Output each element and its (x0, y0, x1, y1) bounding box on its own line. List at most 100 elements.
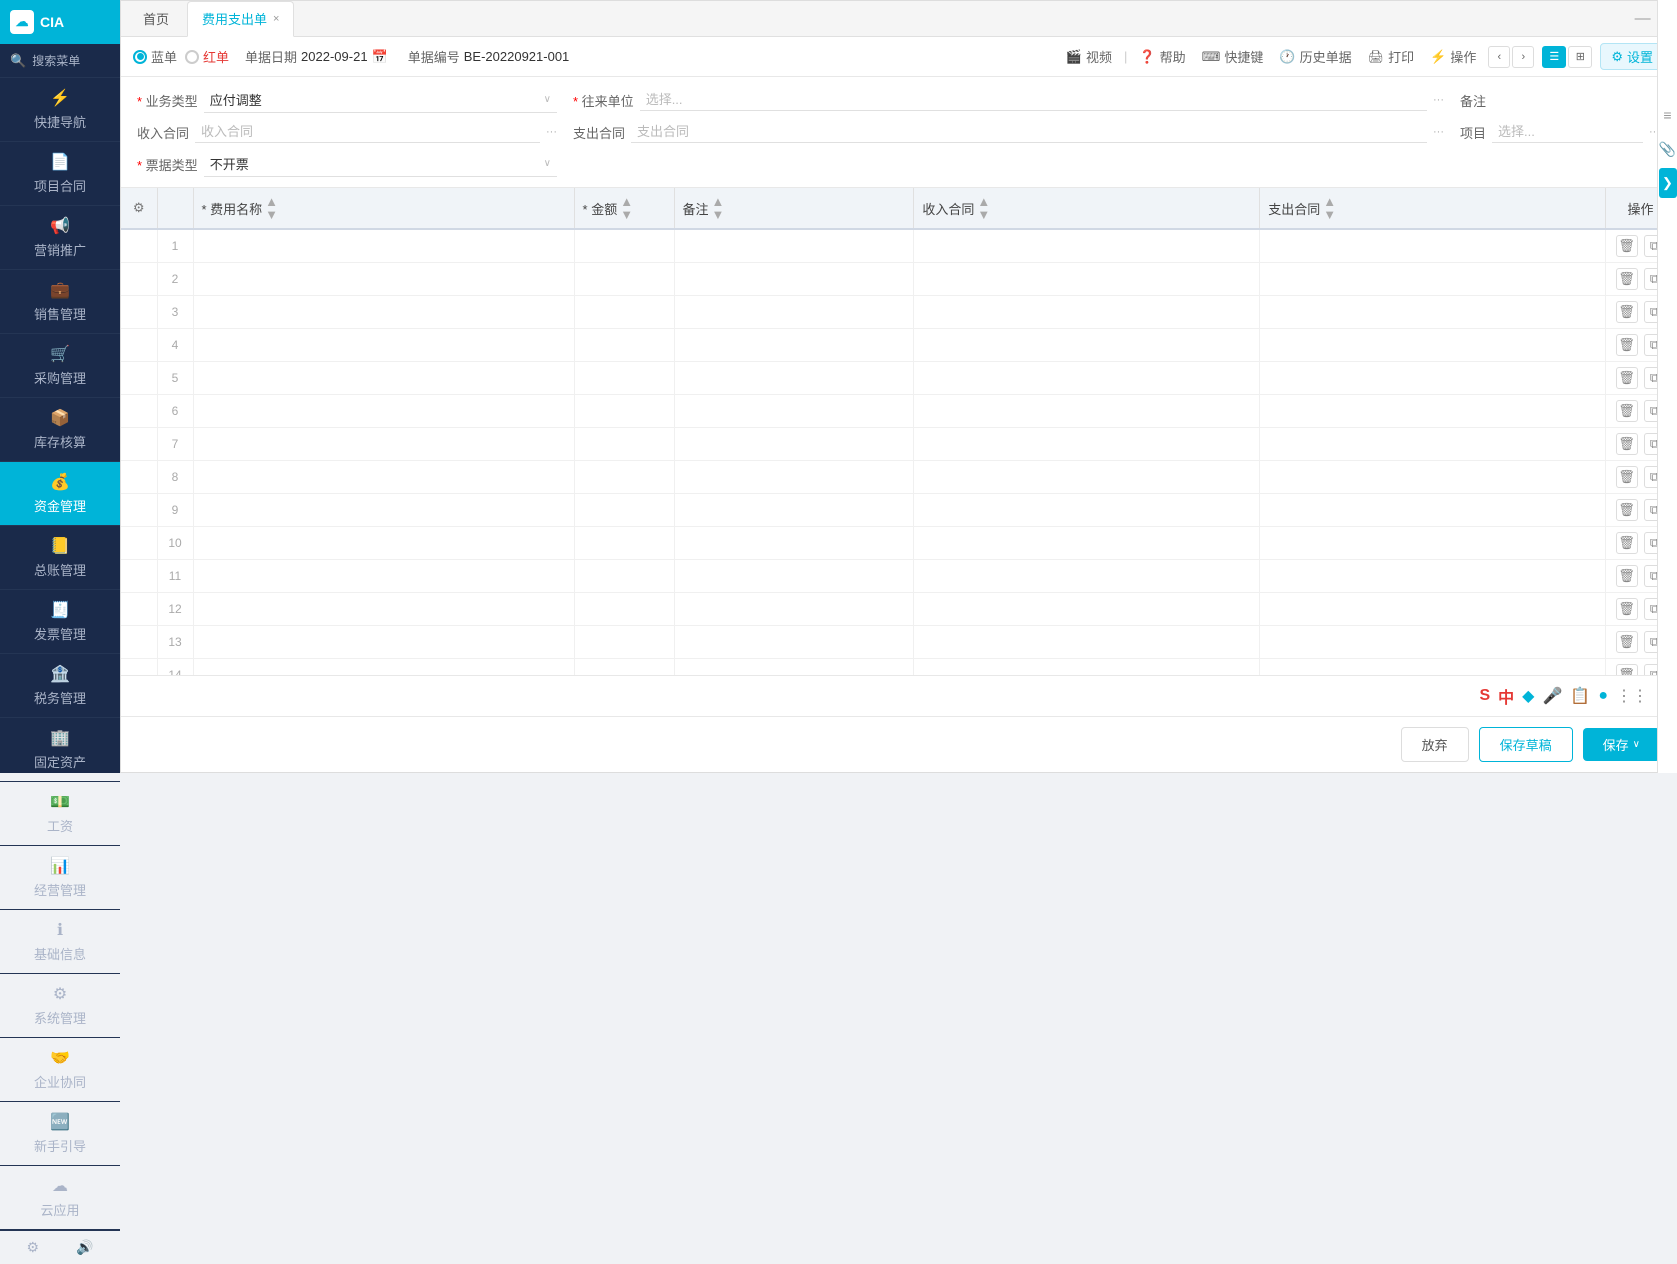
expense-contract-cell[interactable] (1260, 229, 1606, 263)
amount-cell[interactable] (574, 560, 674, 593)
amount-cell[interactable] (574, 329, 674, 362)
nav-next-btn[interactable]: › (1512, 46, 1534, 68)
delete-row-btn[interactable]: 🗑 (1616, 400, 1638, 422)
delete-row-btn[interactable]: 🗑 (1616, 631, 1638, 653)
sidebar-item-quick-nav[interactable]: ⚡ 快捷导航 (0, 78, 120, 142)
expense-name-cell[interactable] (193, 296, 574, 329)
delete-row-btn[interactable]: 🗑 (1616, 433, 1638, 455)
expense-name-cell[interactable] (193, 593, 574, 626)
sidebar-item-sys-mgmt[interactable]: ⚙ 系统管理 (0, 974, 120, 1038)
clipboard-icon[interactable]: 📋 (1570, 686, 1590, 706)
expense-contract-cell[interactable] (1260, 593, 1606, 626)
expense-contract-input[interactable] (631, 121, 1427, 143)
table-income-contract-header[interactable]: 收入合同 ▲▼ (914, 188, 1260, 229)
amount-cell[interactable] (574, 428, 674, 461)
biz-type-select[interactable]: 应付调整 ∨ (204, 87, 557, 113)
shortcut-btn[interactable]: ⌨ 快捷键 (1198, 45, 1268, 68)
income-contract-input[interactable] (195, 121, 540, 143)
delete-row-btn[interactable]: 🗑 (1616, 301, 1638, 323)
sidebar-item-sales-promo[interactable]: 📢 营销推广 (0, 206, 120, 270)
income-contract-cell[interactable] (914, 428, 1260, 461)
remark-cell[interactable] (674, 461, 914, 494)
expense-contract-cell[interactable] (1260, 626, 1606, 659)
delete-row-btn[interactable]: 🗑 (1616, 565, 1638, 587)
view-grid-btn[interactable]: ⊞ (1568, 46, 1592, 68)
amount-cell[interactable] (574, 626, 674, 659)
amount-cell[interactable] (574, 362, 674, 395)
amount-cell[interactable] (574, 296, 674, 329)
remark-cell[interactable] (674, 626, 914, 659)
delete-row-btn[interactable]: 🗑 (1616, 235, 1638, 257)
delete-row-btn[interactable]: 🗑 (1616, 532, 1638, 554)
calendar-icon[interactable]: 📅 (372, 49, 388, 65)
brand-s-icon[interactable]: S (1479, 687, 1490, 705)
red-bill-radio[interactable]: 红单 (185, 47, 229, 66)
sidebar-item-corp-coop[interactable]: 🤝 企业协同 (0, 1038, 120, 1102)
expense-contract-cell[interactable] (1260, 296, 1606, 329)
sidebar-item-base-info[interactable]: ℹ 基础信息 (0, 910, 120, 974)
income-contract-cell[interactable] (914, 659, 1260, 676)
expense-name-cell[interactable] (193, 329, 574, 362)
amount-cell[interactable] (574, 659, 674, 676)
sidebar-search[interactable]: 🔍 搜索菜单 (0, 44, 120, 78)
tab-home[interactable]: 首页 (129, 1, 183, 37)
expense-contract-cell[interactable] (1260, 263, 1606, 296)
table-amount-header[interactable]: * 金额 ▲▼ (574, 188, 674, 229)
nav-prev-btn[interactable]: ‹ (1488, 46, 1510, 68)
sidebar-item-project-contract[interactable]: 📄 项目合同 (0, 142, 120, 206)
amount-cell[interactable] (574, 395, 674, 428)
invoice-type-select[interactable]: 不开票 ∨ (204, 151, 557, 177)
save-dropdown-icon[interactable]: ∨ (1633, 739, 1640, 750)
blue-bill-radio[interactable]: 蓝单 (133, 47, 177, 66)
counterpart-input[interactable] (640, 89, 1427, 111)
expense-contract-cell[interactable] (1260, 395, 1606, 428)
right-panel-list-icon[interactable]: ≡ (1659, 100, 1677, 130)
sidebar-item-new-guide[interactable]: 🆕 新手引导 (0, 1102, 120, 1166)
grid-dots-icon[interactable]: ⋮⋮ (1616, 686, 1648, 706)
income-contract-cell[interactable] (914, 395, 1260, 428)
expense-contract-cell[interactable] (1260, 494, 1606, 527)
table-expense-name-header[interactable]: * 费用名称 ▲▼ (193, 188, 574, 229)
amount-cell[interactable] (574, 229, 674, 263)
delete-row-btn[interactable]: 🗑 (1616, 367, 1638, 389)
window-minimize-icon[interactable]: — (1635, 10, 1651, 28)
expense-name-cell[interactable] (193, 659, 574, 676)
action-btn[interactable]: ⚡ 操作 (1426, 45, 1480, 68)
sidebar-item-invoice-mgmt[interactable]: 🧾 发票管理 (0, 590, 120, 654)
income-contract-cell[interactable] (914, 527, 1260, 560)
remark-cell[interactable] (674, 395, 914, 428)
expense-name-cell[interactable] (193, 461, 574, 494)
sound-icon[interactable]: 🔊 (76, 1239, 93, 1256)
chinese-icon[interactable]: 中 (1498, 684, 1514, 708)
income-contract-cell[interactable] (914, 263, 1260, 296)
expense-contract-dots[interactable]: ··· (1433, 126, 1444, 138)
right-panel-clip-icon[interactable]: 📎 (1659, 134, 1677, 164)
discard-button[interactable]: 放弃 (1401, 727, 1469, 762)
save-button[interactable]: 保存 ∨ (1583, 728, 1660, 761)
remark-cell[interactable] (674, 229, 914, 263)
remark-cell[interactable] (674, 263, 914, 296)
income-contract-cell[interactable] (914, 362, 1260, 395)
counterpart-dots[interactable]: ··· (1433, 94, 1444, 106)
view-list-btn[interactable]: ☰ (1542, 46, 1566, 68)
sidebar-item-ledger-mgmt[interactable]: 📒 总账管理 (0, 526, 120, 590)
expense-name-cell[interactable] (193, 263, 574, 296)
expense-contract-cell[interactable] (1260, 428, 1606, 461)
delete-row-btn[interactable]: 🗑 (1616, 664, 1638, 675)
print-btn[interactable]: 🖨 打印 (1364, 45, 1419, 68)
remark-cell[interactable] (674, 494, 914, 527)
income-contract-cell[interactable] (914, 626, 1260, 659)
expense-contract-cell[interactable] (1260, 659, 1606, 676)
sidebar-item-ops-mgmt[interactable]: 📊 经营管理 (0, 846, 120, 910)
settings-btn[interactable]: ⚙ 设置 (1600, 43, 1664, 70)
circle-icon[interactable]: ● (1598, 687, 1608, 705)
delete-row-btn[interactable]: 🗑 (1616, 268, 1638, 290)
tab-close-icon[interactable]: × (273, 13, 279, 25)
amount-cell[interactable] (574, 461, 674, 494)
income-contract-cell[interactable] (914, 329, 1260, 362)
expense-name-cell[interactable] (193, 626, 574, 659)
income-contract-cell[interactable] (914, 560, 1260, 593)
save-draft-button[interactable]: 保存草稿 (1479, 727, 1573, 762)
amount-cell[interactable] (574, 593, 674, 626)
income-contract-cell[interactable] (914, 461, 1260, 494)
